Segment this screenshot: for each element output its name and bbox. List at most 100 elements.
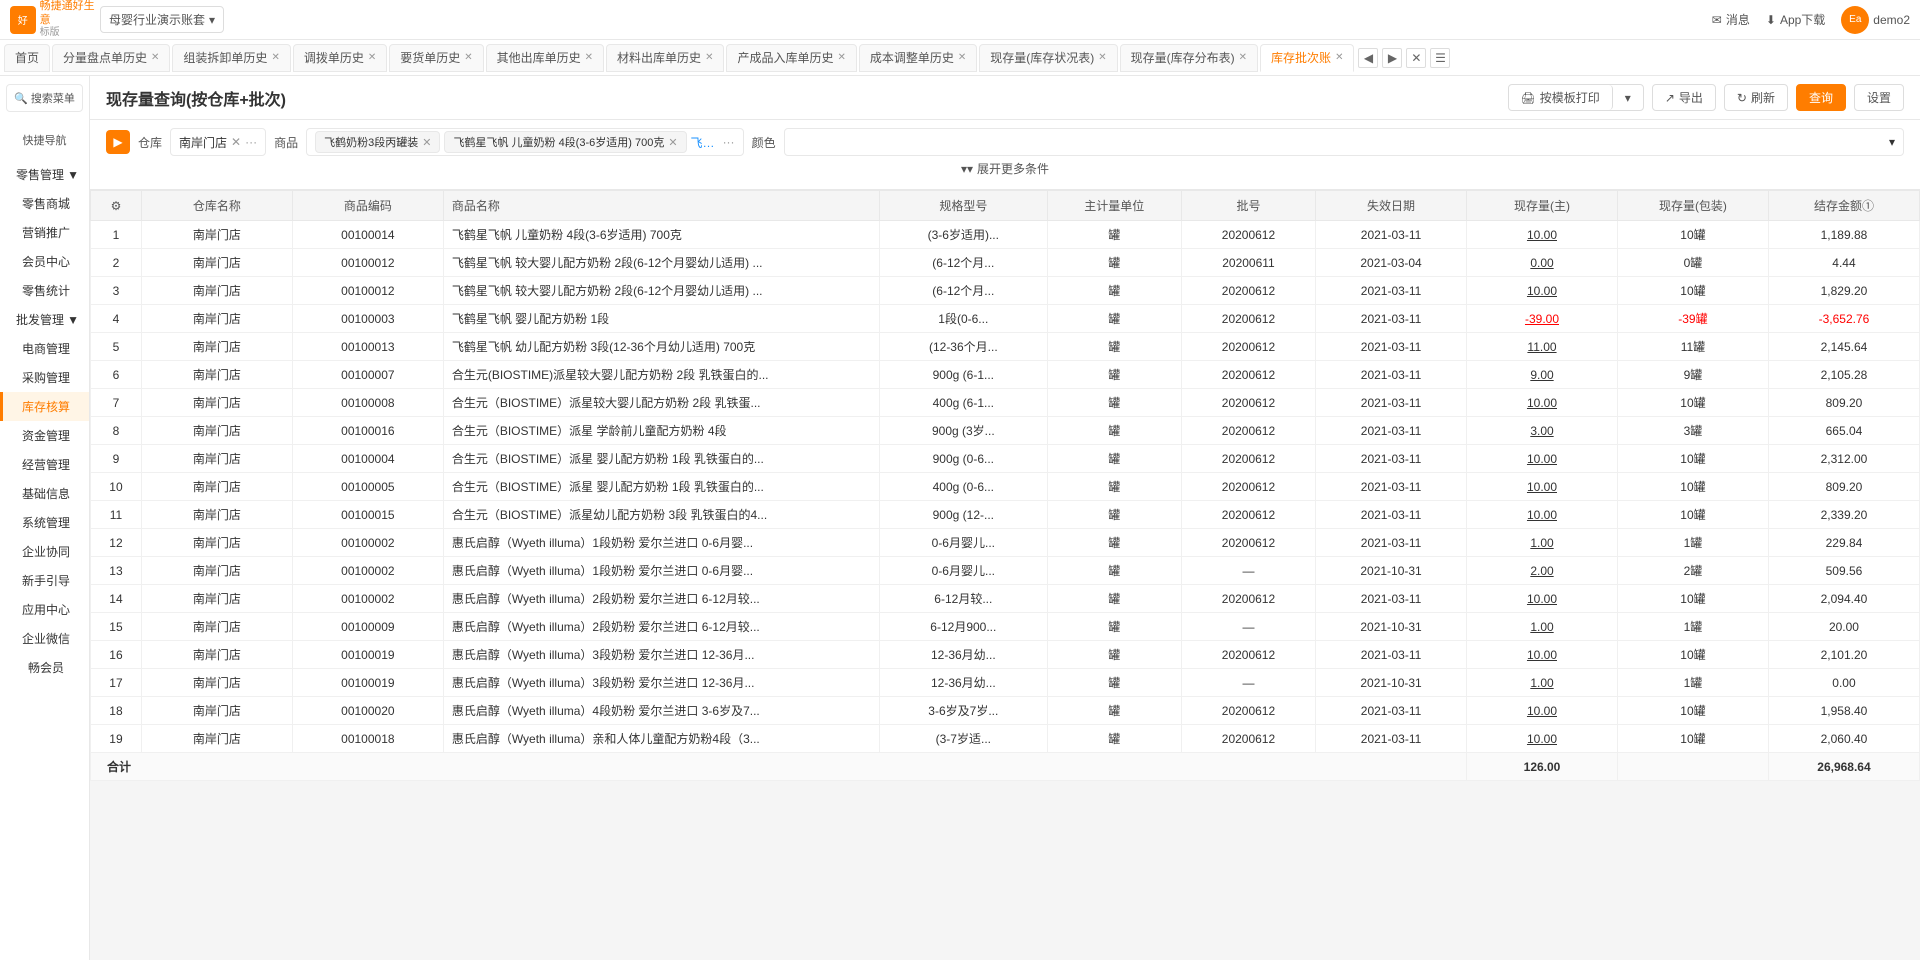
product-tag-1: 飞鹤奶粉3段丙罐装 ✕ — [315, 131, 440, 153]
tab-close-icon[interactable]: ✕ — [705, 52, 713, 63]
tab-batch-account[interactable]: 库存批次账 ✕ — [1260, 44, 1354, 72]
ellipsis-more[interactable]: ··· — [723, 135, 735, 149]
tab-requisition[interactable]: 要货单历史 ✕ — [389, 44, 483, 72]
tab-home[interactable]: 首页 — [4, 44, 50, 72]
product-tag-close-1[interactable]: ✕ — [422, 136, 431, 149]
tab-close-icon[interactable]: ✕ — [958, 52, 966, 63]
row-stock-pkg: 10罐 — [1617, 473, 1768, 501]
settings-button[interactable]: 设置 — [1854, 84, 1904, 111]
row-stock-main[interactable]: 10.00 — [1467, 641, 1618, 669]
row-stock-main[interactable]: 0.00 — [1467, 249, 1618, 277]
ellipsis-more[interactable]: ··· — [245, 135, 257, 149]
product-more-link[interactable]: 飞… — [691, 134, 715, 151]
color-filter[interactable]: ▾ — [784, 128, 1904, 156]
product-tag-close-2[interactable]: ✕ — [668, 136, 677, 149]
sidebar-item-wechat[interactable]: 企业微信 — [0, 624, 89, 653]
sidebar-item-marketing[interactable]: 营销推广 — [0, 218, 89, 247]
sidebar-item-basics[interactable]: 基础信息 — [0, 479, 89, 508]
tab-close-icon[interactable]: ✕ — [1335, 52, 1343, 63]
tab-menu-btn[interactable]: ☰ — [1430, 48, 1450, 68]
row-stock-main[interactable]: 10.00 — [1467, 501, 1618, 529]
row-name: 惠氏启醇（Wyeth illuma）2段奶粉 爱尔兰进口 6-12月较... — [443, 585, 879, 613]
sidebar-item-purchase[interactable]: 采购管理 — [0, 363, 89, 392]
row-stock-main[interactable]: 10.00 — [1467, 277, 1618, 305]
sidebar-item-wholesale[interactable]: 批发管理 ▼ — [0, 305, 89, 334]
tab-assembly[interactable]: 组装拆卸单历史 ✕ — [172, 44, 290, 72]
tab-inventory-status[interactable]: 现存量(库存状况表) ✕ — [979, 44, 1117, 72]
sidebar-item-system[interactable]: 系统管理 — [0, 508, 89, 537]
close-icon[interactable]: ✕ — [231, 135, 241, 149]
tab-close-icon[interactable]: ✕ — [837, 52, 845, 63]
tab-close-icon[interactable]: ✕ — [151, 52, 159, 63]
refresh-button[interactable]: ↻ 刷新 — [1724, 84, 1788, 111]
sidebar-item-finance[interactable]: 资金管理 — [0, 421, 89, 450]
expand-more-btn[interactable]: ▾▾ 展开更多条件 — [961, 160, 1049, 177]
row-num: 15 — [91, 613, 142, 641]
tab-close-icon[interactable]: ✕ — [368, 52, 376, 63]
sidebar-item-guide[interactable]: 新手引导 — [0, 566, 89, 595]
sidebar-item-inventory[interactable]: 库存核算 — [0, 392, 89, 421]
row-stock-main[interactable]: 2.00 — [1467, 557, 1618, 585]
tab-cost-adjust[interactable]: 成本调整单历史 ✕ — [859, 44, 977, 72]
tab-next-btn[interactable]: ▶ — [1382, 48, 1402, 68]
export-button[interactable]: ↗ 导出 — [1652, 84, 1716, 111]
row-stock-main[interactable]: 10.00 — [1467, 445, 1618, 473]
sidebar-item-operations[interactable]: 经营管理 — [0, 450, 89, 479]
sidebar-item-member[interactable]: 会员中心 — [0, 247, 89, 276]
row-stock-main[interactable]: 10.00 — [1467, 697, 1618, 725]
tab-material-outbound[interactable]: 材料出库单历史 ✕ — [606, 44, 724, 72]
app-download-button[interactable]: ⬇ App下载 — [1766, 11, 1825, 28]
print-dropdown-button[interactable]: ▾ — [1613, 87, 1643, 109]
row-stock-main[interactable]: 1.00 — [1467, 669, 1618, 697]
search-menu-button[interactable]: 🔍 搜索菜单 — [6, 84, 83, 112]
row-expire: 2021-03-11 — [1316, 389, 1467, 417]
row-stock-main[interactable]: -39.00 — [1467, 305, 1618, 333]
tab-other-outbound[interactable]: 其他出库单历史 ✕ — [486, 44, 604, 72]
query-button[interactable]: 查询 — [1796, 84, 1846, 111]
tab-close-icon[interactable]: ✕ — [464, 52, 472, 63]
row-stock-main[interactable]: 3.00 — [1467, 417, 1618, 445]
workspace-selector[interactable]: 母婴行业演示账套 ▾ — [100, 6, 224, 33]
col-gear[interactable]: ⚙ — [91, 191, 142, 221]
row-unit: 罐 — [1047, 669, 1181, 697]
template-print-button[interactable]: 🖨 按模板打印 — [1509, 85, 1613, 110]
sidebar-item-member-pro[interactable]: 畅会员 — [0, 653, 89, 682]
row-balance: 1,958.40 — [1768, 697, 1919, 725]
row-stock-main[interactable]: 10.00 — [1467, 473, 1618, 501]
tab-inventory-dist[interactable]: 现存量(库存分布表) ✕ — [1120, 44, 1258, 72]
tab-close-all-btn[interactable]: ✕ — [1406, 48, 1426, 68]
row-stock-main[interactable]: 10.00 — [1467, 585, 1618, 613]
sidebar-item-ecommerce[interactable]: 电商管理 — [0, 334, 89, 363]
tab-partial-inventory[interactable]: 分量盘点单历史 ✕ — [52, 44, 170, 72]
quick-nav-button[interactable]: 快捷导航 — [0, 124, 89, 156]
row-stock-main[interactable]: 10.00 — [1467, 389, 1618, 417]
tab-close-icon[interactable]: ✕ — [1098, 52, 1106, 63]
row-name: 合生元（BIOSTIME）派星 婴儿配方奶粉 1段 乳铁蛋白的... — [443, 445, 879, 473]
tab-close-icon[interactable]: ✕ — [1239, 52, 1247, 63]
tab-close-icon[interactable]: ✕ — [585, 52, 593, 63]
sidebar-item-retail-mall[interactable]: 零售商城 — [0, 189, 89, 218]
row-stock-main[interactable]: 10.00 — [1467, 725, 1618, 753]
tab-close-icon[interactable]: ✕ — [271, 52, 279, 63]
row-stock-main[interactable]: 1.00 — [1467, 529, 1618, 557]
message-button[interactable]: ✉ 消息 — [1712, 11, 1750, 28]
row-stock-main[interactable]: 10.00 — [1467, 221, 1618, 249]
row-balance: 2,145.64 — [1768, 333, 1919, 361]
sidebar-item-retail-mgmt[interactable]: 零售管理 ▼ — [0, 160, 89, 189]
tab-prev-btn[interactable]: ◀ — [1358, 48, 1378, 68]
row-stock-main[interactable]: 1.00 — [1467, 613, 1618, 641]
row-stock-main[interactable]: 9.00 — [1467, 361, 1618, 389]
sidebar-item-app-center[interactable]: 应用中心 — [0, 595, 89, 624]
sidebar-item-enterprise[interactable]: 企业协同 — [0, 537, 89, 566]
row-num: 10 — [91, 473, 142, 501]
row-stock-main[interactable]: 11.00 — [1467, 333, 1618, 361]
sidebar-item-retail-stats[interactable]: 零售统计 — [0, 276, 89, 305]
product-filter[interactable]: 飞鹤奶粉3段丙罐装 ✕ 飞鹤星飞帆 儿童奶粉 4段(3-6岁适用) 700克 ✕… — [306, 128, 743, 156]
row-stock-pkg: 10罐 — [1617, 445, 1768, 473]
warehouse-filter[interactable]: 南岸门店 ✕ ··· — [170, 128, 266, 156]
tab-transfer[interactable]: 调拨单历史 ✕ — [293, 44, 387, 72]
filter-expand-toggle[interactable]: ▶ — [106, 130, 130, 154]
tab-finished-inbound[interactable]: 产成品入库单历史 ✕ — [726, 44, 856, 72]
user-profile[interactable]: Ea demo2 — [1841, 6, 1910, 34]
filter-expand-row: ▾▾ 展开更多条件 — [106, 156, 1904, 181]
